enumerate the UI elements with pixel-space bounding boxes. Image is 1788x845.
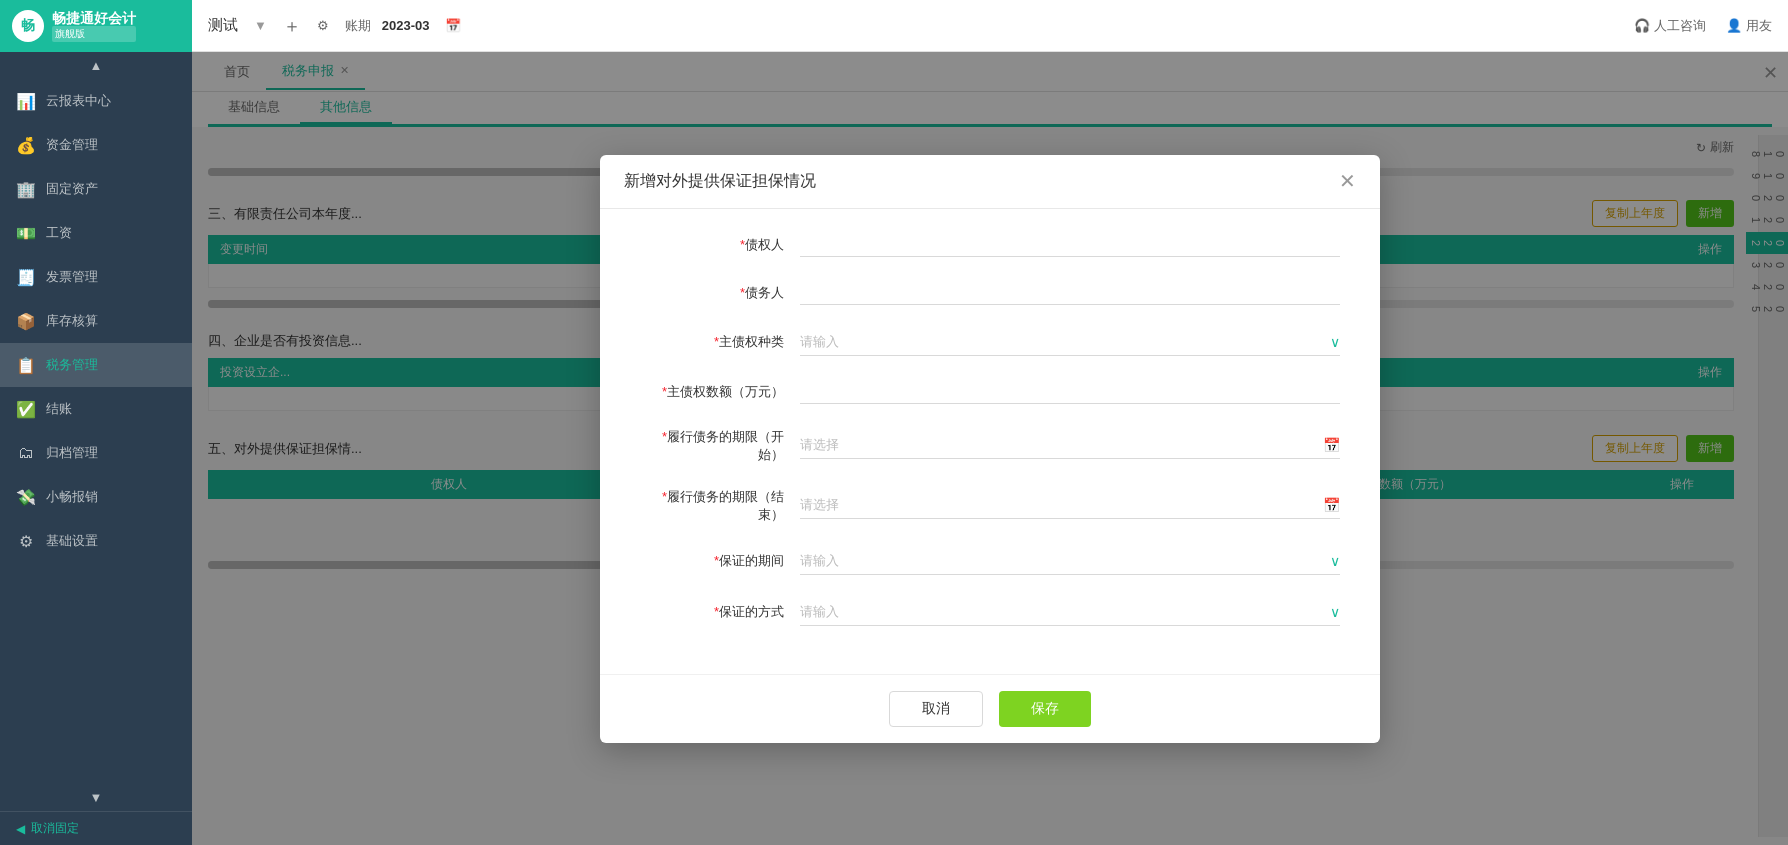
- guarantee-method-select[interactable]: 请输入 ∨: [800, 599, 1340, 626]
- company-name: 测试: [208, 16, 238, 35]
- sidebar-item-xiaochang[interactable]: 💸 小畅报销: [0, 475, 192, 519]
- sidebar-item-salary[interactable]: 💵 工资: [0, 211, 192, 255]
- close-accounts-icon: ✅: [16, 399, 36, 419]
- creditor-label: *债权人: [640, 236, 800, 254]
- guarantee-method-placeholder: 请输入: [800, 603, 1330, 621]
- logo-icon: 畅: [12, 10, 44, 42]
- creditor-input[interactable]: [800, 233, 1340, 257]
- form-row-guarantee-period: *保证的期间 请输入 ∨: [640, 548, 1340, 575]
- inventory-icon: 📦: [16, 311, 36, 331]
- sidebar-item-close-accounts[interactable]: ✅ 结账: [0, 387, 192, 431]
- form-row-guarantee-method: *保证的方式 请输入 ∨: [640, 599, 1340, 626]
- period-start-cal-icon: 📅: [1323, 437, 1340, 453]
- form-row-debt-amount: *主债权数额（万元）: [640, 380, 1340, 404]
- guarantee-period-label: *保证的期间: [640, 552, 800, 570]
- tax-icon: 📋: [16, 355, 36, 375]
- debtor-label: *债务人: [640, 284, 800, 302]
- debt-type-label: *主债权种类: [640, 333, 800, 351]
- period-end-placeholder: 请选择: [800, 496, 1323, 514]
- sidebar-item-cloud-reports[interactable]: 📊 云报表中心: [0, 79, 192, 123]
- cancel-fixed-icon: ◀: [16, 822, 25, 836]
- logo-badge: 旗舰版: [52, 26, 136, 42]
- user-icon: 👤: [1726, 18, 1742, 33]
- user-btn[interactable]: 👤 用友: [1726, 17, 1772, 35]
- fixed-assets-icon: 🏢: [16, 179, 36, 199]
- company-chevron-icon[interactable]: ▼: [254, 18, 267, 33]
- add-icon[interactable]: ＋: [283, 14, 301, 38]
- sidebar-item-basic-settings[interactable]: ⚙ 基础设置: [0, 519, 192, 563]
- sidebar-item-inventory[interactable]: 📦 库存核算: [0, 299, 192, 343]
- form-row-creditor: *债权人: [640, 233, 1340, 257]
- modal-body: *债权人 *债务人: [600, 209, 1380, 674]
- calendar-icon[interactable]: 📅: [445, 18, 461, 33]
- sidebar-scroll-up[interactable]: ▲: [0, 52, 192, 79]
- basic-settings-icon: ⚙: [16, 531, 36, 551]
- modal-overlay: 新增对外提供保证担保情况 ✕ *债权人: [192, 52, 1788, 845]
- guarantee-period-select[interactable]: 请输入 ∨: [800, 548, 1340, 575]
- sidebar-item-label: 云报表中心: [46, 92, 111, 110]
- sidebar-item-invoice[interactable]: 🧾 发票管理: [0, 255, 192, 299]
- content-area: 首页 税务申报 ✕ 基础信息 其他信息: [192, 52, 1788, 845]
- sidebar-item-fund-mgmt[interactable]: 💰 资金管理: [0, 123, 192, 167]
- debt-amount-input[interactable]: [800, 380, 1340, 404]
- sidebar-scroll-down[interactable]: ▼: [0, 784, 192, 811]
- sidebar-footer-cancel-fixed[interactable]: ◀ 取消固定: [0, 811, 192, 845]
- sidebar-nav: 📊 云报表中心 💰 资金管理 🏢 固定资产 💵 工资 🧾 发票管理 📦: [0, 79, 192, 784]
- modal-close-btn[interactable]: ✕: [1339, 171, 1356, 191]
- modal-title: 新增对外提供保证担保情况: [624, 171, 816, 192]
- guarantee-method-arrow-icon: ∨: [1330, 604, 1340, 620]
- main-area: 测试 ▼ ＋ ⚙ 账期 2023-03 📅 🎧 人工咨询 👤 用友: [192, 0, 1788, 845]
- topbar-right: 🎧 人工咨询 👤 用友: [1634, 17, 1772, 35]
- sidebar-item-tax[interactable]: 📋 税务管理: [0, 343, 192, 387]
- save-button[interactable]: 保存: [999, 691, 1091, 727]
- period-end-date[interactable]: 请选择 📅: [800, 492, 1340, 519]
- debt-type-select[interactable]: 请输入 ∨: [800, 329, 1340, 356]
- salary-icon: 💵: [16, 223, 36, 243]
- guarantee-period-placeholder: 请输入: [800, 552, 1330, 570]
- archive-icon: 🗂: [16, 443, 36, 463]
- period-start-placeholder: 请选择: [800, 436, 1323, 454]
- fund-mgmt-icon: 💰: [16, 135, 36, 155]
- period-label: 账期 2023-03: [345, 17, 430, 35]
- support-btn[interactable]: 🎧 人工咨询: [1634, 17, 1706, 35]
- period-start-date[interactable]: 请选择 📅: [800, 432, 1340, 459]
- headset-icon: 🎧: [1634, 18, 1650, 33]
- cloud-reports-icon: 📊: [16, 91, 36, 111]
- gear-icon[interactable]: ⚙: [317, 18, 329, 33]
- form-row-period-start: *履行债务的期限（开始） 请选择 📅: [640, 428, 1340, 464]
- debt-type-placeholder: 请输入: [800, 333, 1330, 351]
- invoice-icon: 🧾: [16, 267, 36, 287]
- guarantee-period-arrow-icon: ∨: [1330, 553, 1340, 569]
- form-row-debtor: *债务人: [640, 281, 1340, 305]
- debt-type-arrow-icon: ∨: [1330, 334, 1340, 350]
- sidebar-item-archive[interactable]: 🗂 归档管理: [0, 431, 192, 475]
- guarantee-method-label: *保证的方式: [640, 603, 800, 621]
- form-row-period-end: *履行债务的期限（结束） 请选择 📅: [640, 488, 1340, 524]
- period-end-cal-icon: 📅: [1323, 497, 1340, 513]
- modal-footer: 取消 保存: [600, 674, 1380, 743]
- sidebar-logo: 畅 畅捷通好会计 旗舰版: [0, 0, 192, 52]
- sidebar-item-fixed-assets[interactable]: 🏢 固定资产: [0, 167, 192, 211]
- form-row-debt-type: *主债权种类 请输入 ∨: [640, 329, 1340, 356]
- topbar: 测试 ▼ ＋ ⚙ 账期 2023-03 📅 🎧 人工咨询 👤 用友: [192, 0, 1788, 52]
- sidebar: 畅 畅捷通好会计 旗舰版 ▲ 📊 云报表中心 💰 资金管理 🏢 固定资产: [0, 0, 192, 845]
- period-start-label: *履行债务的期限（开始）: [640, 428, 800, 464]
- modal-header: 新增对外提供保证担保情况 ✕: [600, 155, 1380, 209]
- debtor-input[interactable]: [800, 281, 1340, 305]
- period-end-label: *履行债务的期限（结束）: [640, 488, 800, 524]
- logo-title: 畅捷通好会计: [52, 10, 136, 27]
- xiaochang-icon: 💸: [16, 487, 36, 507]
- cancel-button[interactable]: 取消: [889, 691, 983, 727]
- modal-dialog: 新增对外提供保证担保情况 ✕ *债权人: [600, 155, 1380, 743]
- debt-amount-label: *主债权数额（万元）: [640, 383, 800, 401]
